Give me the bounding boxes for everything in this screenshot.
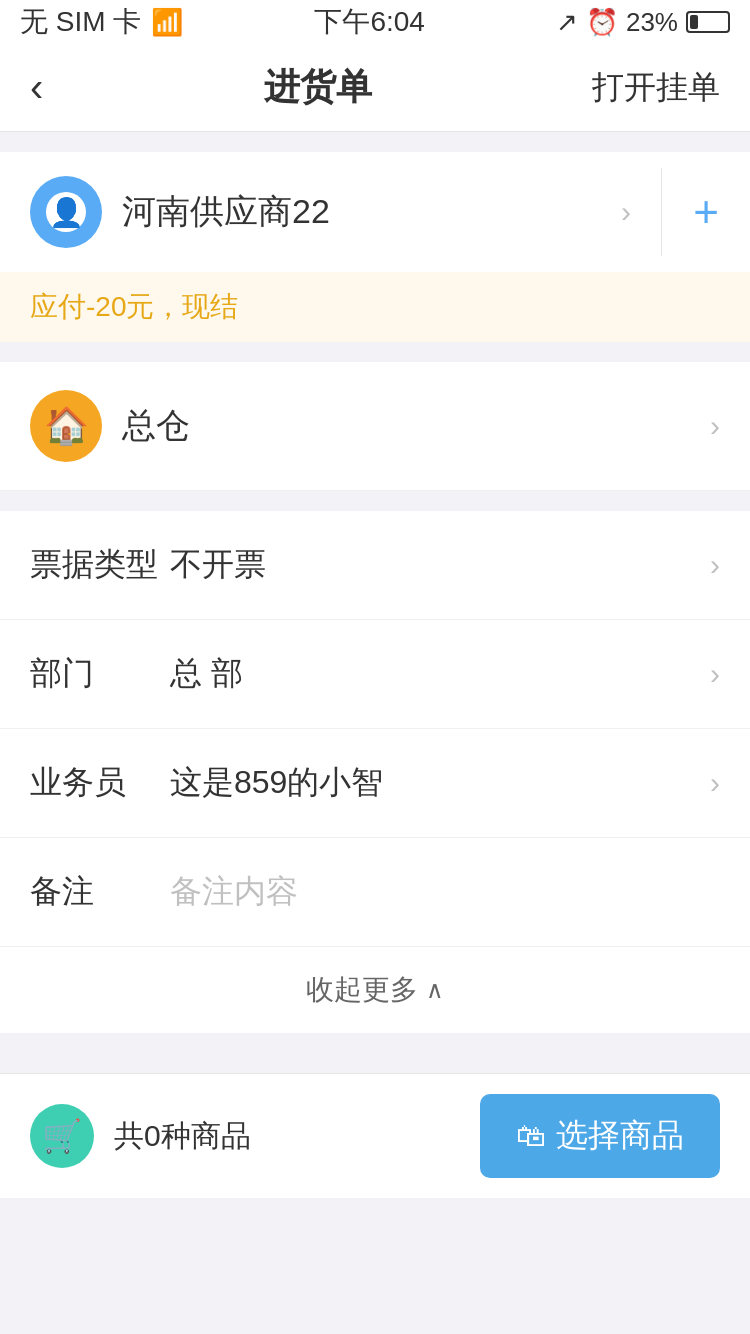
- nav-bar: ‹ 进货单 打开挂单: [0, 44, 750, 132]
- person-icon: 👤: [49, 196, 84, 229]
- supplier-selector[interactable]: 👤 河南供应商22 ›: [0, 152, 661, 272]
- alarm-icon: ⏰: [586, 7, 618, 38]
- salesperson-chevron-icon: ›: [710, 766, 720, 800]
- department-label: 部门: [30, 652, 170, 696]
- chevron-right-icon: ›: [621, 195, 631, 229]
- warehouse-icon: 🏠: [30, 390, 102, 462]
- invoice-chevron-icon: ›: [710, 548, 720, 582]
- salesperson-row[interactable]: 业务员 这是859的小智 ›: [0, 729, 750, 838]
- avatar-inner: 👤: [46, 192, 86, 232]
- wifi-icon: 📶: [151, 7, 183, 38]
- collapse-icon: ∧: [426, 976, 444, 1004]
- salesperson-value: 这是859的小智: [170, 761, 710, 805]
- department-chevron-icon: ›: [710, 657, 720, 691]
- collapse-section[interactable]: 收起更多 ∧: [0, 946, 750, 1033]
- warehouse-name: 总仓: [122, 403, 710, 449]
- collapse-label: 收起更多: [306, 971, 418, 1009]
- status-right: ↗ ⏰ 23%: [556, 7, 730, 38]
- status-left: 无 SIM 卡 📶: [20, 3, 183, 41]
- open-pending-button[interactable]: 打开挂单: [592, 66, 720, 110]
- invoice-type-row[interactable]: 票据类型 不开票 ›: [0, 511, 750, 620]
- form-section: 票据类型 不开票 › 部门 总 部 › 业务员 这是859的小智 › 备注 备注…: [0, 511, 750, 946]
- invoice-type-value: 不开票: [170, 543, 710, 587]
- page-title: 进货单: [264, 63, 372, 112]
- section-gap-4: [0, 1033, 750, 1053]
- department-row[interactable]: 部门 总 部 ›: [0, 620, 750, 729]
- warehouse-chevron-icon: ›: [710, 409, 720, 443]
- supplier-avatar: 👤: [30, 176, 102, 248]
- gray-fill-area: [0, 1198, 750, 1334]
- status-time: 下午6:04: [314, 3, 425, 41]
- select-product-icon: 🛍: [516, 1119, 546, 1153]
- select-product-label: 选择商品: [556, 1114, 684, 1158]
- carrier-label: 无 SIM 卡: [20, 3, 141, 41]
- section-gap-2: [0, 342, 750, 362]
- product-icon: 🛒: [30, 1104, 94, 1168]
- supplier-section: 👤 河南供应商22 › +: [0, 152, 750, 272]
- remark-label: 备注: [30, 870, 170, 914]
- product-count-label: 共0种商品: [114, 1116, 480, 1157]
- warehouse-icon-glyph: 🏠: [44, 405, 89, 447]
- warehouse-row[interactable]: 🏠 总仓 ›: [0, 362, 750, 491]
- notice-bar: 应付-20元，现结: [0, 272, 750, 342]
- section-gap-3: [0, 491, 750, 511]
- product-icon-glyph: 🛒: [42, 1117, 82, 1155]
- department-value: 总 部: [170, 652, 710, 696]
- bottom-bar: 🛒 共0种商品 🛍 选择商品: [0, 1073, 750, 1198]
- section-gap-1: [0, 132, 750, 152]
- notice-text: 应付-20元，现结: [30, 291, 238, 322]
- salesperson-label: 业务员: [30, 761, 170, 805]
- location-icon: ↗: [556, 7, 578, 38]
- remark-row[interactable]: 备注 备注内容: [0, 838, 750, 946]
- supplier-name: 河南供应商22: [122, 189, 621, 235]
- select-product-button[interactable]: 🛍 选择商品: [480, 1094, 720, 1178]
- battery-percent: 23%: [626, 7, 678, 38]
- status-bar: 无 SIM 卡 📶 下午6:04 ↗ ⏰ 23%: [0, 0, 750, 44]
- invoice-type-label: 票据类型: [30, 543, 170, 587]
- battery-icon: [686, 11, 730, 33]
- back-button[interactable]: ‹: [30, 65, 43, 110]
- add-supplier-button[interactable]: +: [662, 152, 750, 272]
- remark-input[interactable]: 备注内容: [170, 870, 720, 914]
